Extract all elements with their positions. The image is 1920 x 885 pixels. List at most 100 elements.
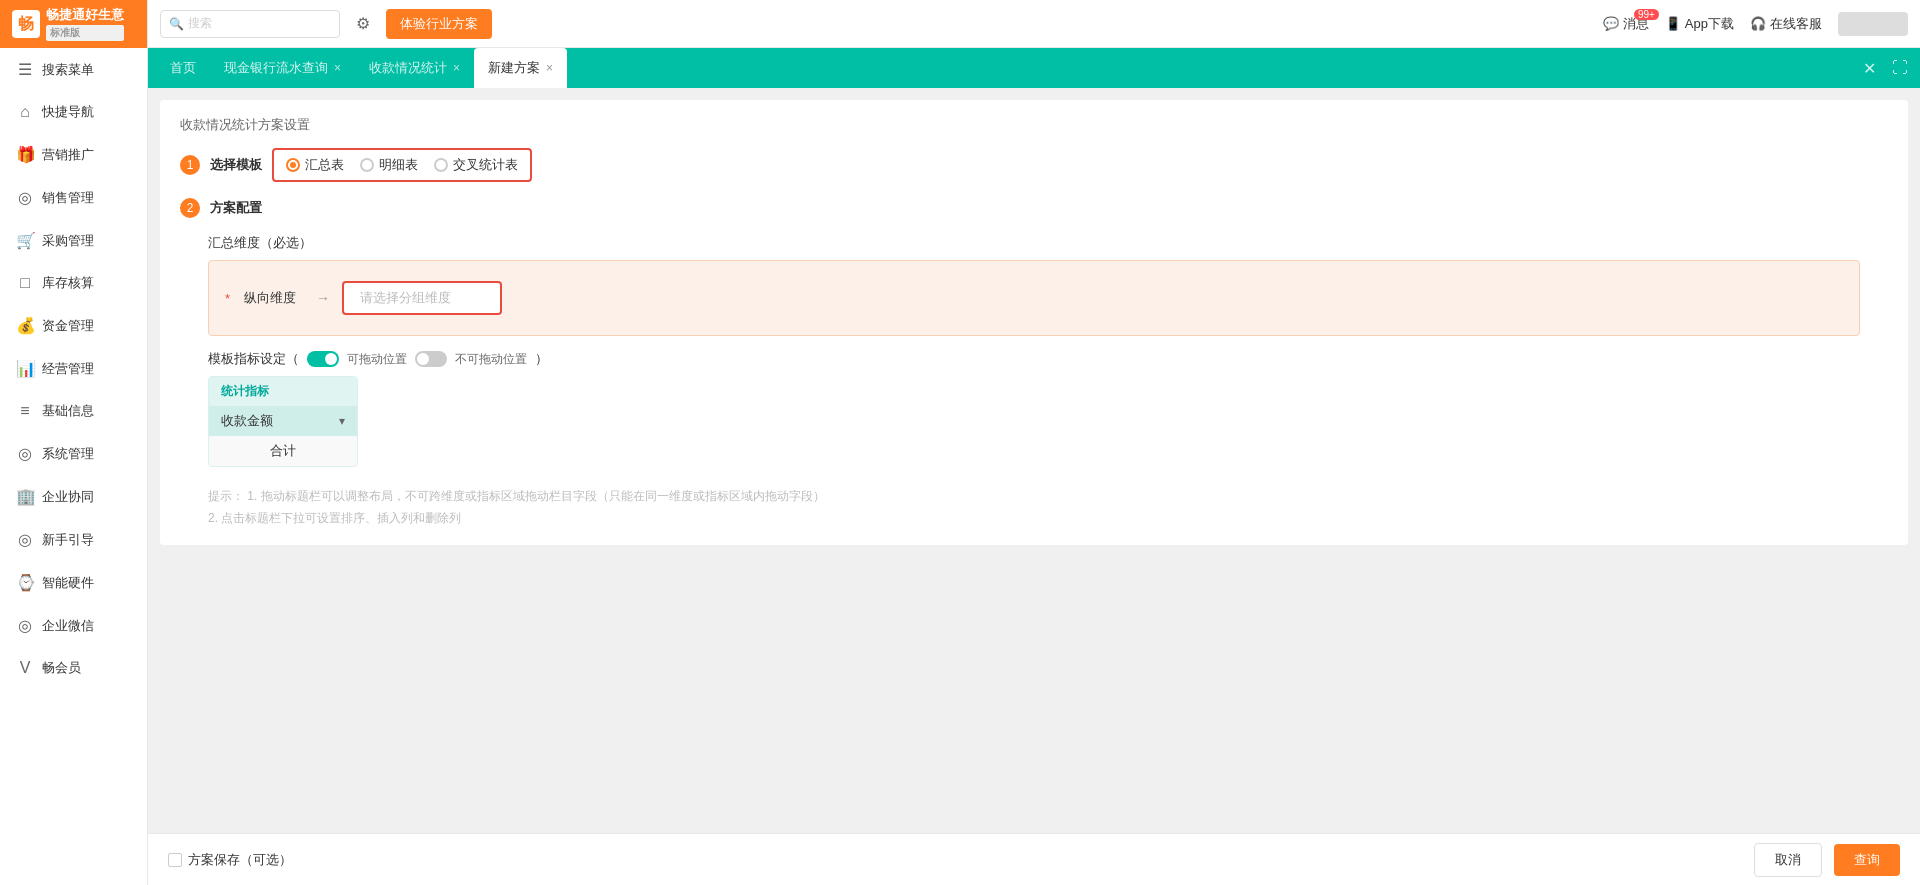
sidebar-item-label: 新手引导: [42, 531, 94, 549]
operation-icon: 📊: [16, 359, 34, 378]
step1-row: 1 选择模板 汇总表 明细表 交叉统计表: [180, 148, 1888, 182]
toggle-draggable[interactable]: 可拖动位置: [307, 351, 407, 368]
user-avatar[interactable]: [1838, 12, 1908, 36]
guide-icon: ◎: [16, 530, 34, 549]
base-info-icon: ≡: [16, 402, 34, 420]
service-icon: 🎧: [1750, 16, 1766, 31]
indicator-close: ）: [535, 350, 548, 368]
download-icon: 📱: [1665, 16, 1681, 31]
radio-cross[interactable]: 交叉统计表: [434, 156, 518, 174]
sidebar-item-member[interactable]: V 畅会员: [0, 647, 147, 689]
sidebar-item-label: 库存核算: [42, 274, 94, 292]
sidebar-item-base-info[interactable]: ≡ 基础信息: [0, 390, 147, 432]
search-menu-icon: ☰: [16, 60, 34, 79]
settings-card: 收款情况统计方案设置 1 选择模板 汇总表 明细表 交叉统计: [160, 100, 1908, 545]
sidebar-item-label: 快捷导航: [42, 103, 94, 121]
sales-icon: ◎: [16, 188, 34, 207]
step2-section: 汇总维度（必选） * 纵向维度 → 请选择分组维度 模板指标设定（: [180, 234, 1888, 529]
radio-detail[interactable]: 明细表: [360, 156, 418, 174]
sidebar-item-search-menu[interactable]: ☰ 搜索菜单: [0, 48, 147, 91]
enterprise-icon: 🏢: [16, 487, 34, 506]
sidebar-item-hardware[interactable]: ⌚ 智能硬件: [0, 561, 147, 604]
tab-expand-button[interactable]: ⛶: [1888, 55, 1912, 81]
radio-summary[interactable]: 汇总表: [286, 156, 344, 174]
trial-button[interactable]: 体验行业方案: [386, 9, 492, 39]
search-bar[interactable]: 🔍 搜索: [160, 10, 340, 38]
tab-close-all-button[interactable]: ✕: [1859, 55, 1880, 82]
radio-summary-label: 汇总表: [305, 156, 344, 174]
logo-badge: 标准版: [46, 25, 124, 41]
system-icon: ◎: [16, 444, 34, 463]
sidebar-item-purchase[interactable]: 🛒 采购管理: [0, 219, 147, 262]
query-button[interactable]: 查询: [1834, 844, 1900, 876]
purchase-icon: 🛒: [16, 231, 34, 250]
tabs-actions: ✕ ⛶: [1859, 55, 1912, 82]
home-icon: ⌂: [16, 103, 34, 121]
tab-new-plan-close[interactable]: ×: [546, 62, 553, 74]
sidebar-item-operation[interactable]: 📊 经营管理: [0, 347, 147, 390]
cancel-button[interactable]: 取消: [1754, 843, 1822, 877]
message-badge: 99+: [1634, 9, 1659, 20]
sidebar-item-label: 基础信息: [42, 402, 94, 420]
sidebar-item-weixin[interactable]: ◎ 企业微信: [0, 604, 147, 647]
sidebar-item-sales[interactable]: ◎ 销售管理: [0, 176, 147, 219]
sidebar-item-label: 经营管理: [42, 360, 94, 378]
inventory-icon: □: [16, 274, 34, 292]
tab-new-plan[interactable]: 新建方案 ×: [474, 48, 567, 88]
vertical-dim-label: 纵向维度: [244, 289, 304, 307]
toggle-non-draggable[interactable]: 不可拖动位置: [415, 351, 527, 368]
tab-receipt-stat-label: 收款情况统计: [369, 59, 447, 77]
tab-receipt-stat-close[interactable]: ×: [453, 62, 460, 74]
sidebar-item-system[interactable]: ◎ 系统管理: [0, 432, 147, 475]
step2-label: 方案配置: [210, 199, 262, 217]
gear-button[interactable]: ⚙: [352, 10, 374, 37]
checkbox-box[interactable]: [168, 853, 182, 867]
search-icon: 🔍: [169, 17, 184, 31]
radio-detail-label: 明细表: [379, 156, 418, 174]
tab-home-label: 首页: [170, 59, 196, 77]
sidebar-item-inventory[interactable]: □ 库存核算: [0, 262, 147, 304]
summary-dim-label: 汇总维度（必选）: [208, 234, 1888, 252]
tab-bank-flow-close[interactable]: ×: [334, 62, 341, 74]
gift-icon: 🎁: [16, 145, 34, 164]
stat-cell-label: 收款金额: [221, 412, 273, 430]
toggle-non-draggable-knob: [417, 353, 429, 365]
toggle-draggable-bg[interactable]: [307, 351, 339, 367]
sidebar-item-label: 系统管理: [42, 445, 94, 463]
message-button[interactable]: 💬 消息 99+: [1603, 15, 1649, 33]
message-icon: 💬: [1603, 16, 1619, 31]
tab-home[interactable]: 首页: [156, 48, 210, 88]
app-download-button[interactable]: 📱 App下载: [1665, 15, 1734, 33]
sidebar-item-label: 企业协同: [42, 488, 94, 506]
indicator-section: 模板指标设定（ 可拖动位置 不可拖动位置: [208, 350, 1888, 529]
step1-label: 选择模板: [210, 156, 262, 174]
app-download-label: App下载: [1685, 15, 1734, 33]
page-title: 收款情况统计方案设置: [180, 116, 1888, 134]
sidebar-item-label: 采购管理: [42, 232, 94, 250]
sidebar-item-label: 营销推广: [42, 146, 94, 164]
save-checkbox-label: 方案保存（可选）: [188, 851, 292, 869]
sidebar-item-label: 畅会员: [42, 659, 81, 677]
indicator-label: 模板指标设定（: [208, 350, 299, 368]
stat-cell[interactable]: 收款金额 ▾: [209, 406, 357, 436]
hint-text: 提示： 1. 拖动标题栏可以调整布局，不可跨维度或指标区域拖动栏目字段（只能在同…: [208, 486, 1888, 529]
tabs-bar: 首页 现金银行流水查询 × 收款情况统计 × 新建方案 × ✕ ⛶: [148, 48, 1920, 88]
sidebar-item-enterprise[interactable]: 🏢 企业协同: [0, 475, 147, 518]
toggle-non-draggable-bg[interactable]: [415, 351, 447, 367]
step2-num: 2: [180, 198, 200, 218]
hardware-icon: ⌚: [16, 573, 34, 592]
online-service-label: 在线客服: [1770, 15, 1822, 33]
sidebar-item-marketing[interactable]: 🎁 营销推广: [0, 133, 147, 176]
template-radio-group: 汇总表 明细表 交叉统计表: [272, 148, 532, 182]
sidebar-item-guide[interactable]: ◎ 新手引导: [0, 518, 147, 561]
tab-receipt-stat[interactable]: 收款情况统计 ×: [355, 48, 474, 88]
sidebar-item-finance[interactable]: 💰 资金管理: [0, 304, 147, 347]
logo-text: 畅捷通好生意: [46, 7, 124, 23]
save-checkbox[interactable]: 方案保存（可选）: [168, 851, 292, 869]
online-service-button[interactable]: 🎧 在线客服: [1750, 15, 1822, 33]
dimension-select[interactable]: 请选择分组维度: [342, 281, 502, 315]
tab-bank-flow[interactable]: 现金银行流水查询 ×: [210, 48, 355, 88]
search-placeholder: 搜索: [188, 15, 212, 32]
sidebar-item-quick-nav[interactable]: ⌂ 快捷导航: [0, 91, 147, 133]
required-star: *: [225, 291, 230, 306]
